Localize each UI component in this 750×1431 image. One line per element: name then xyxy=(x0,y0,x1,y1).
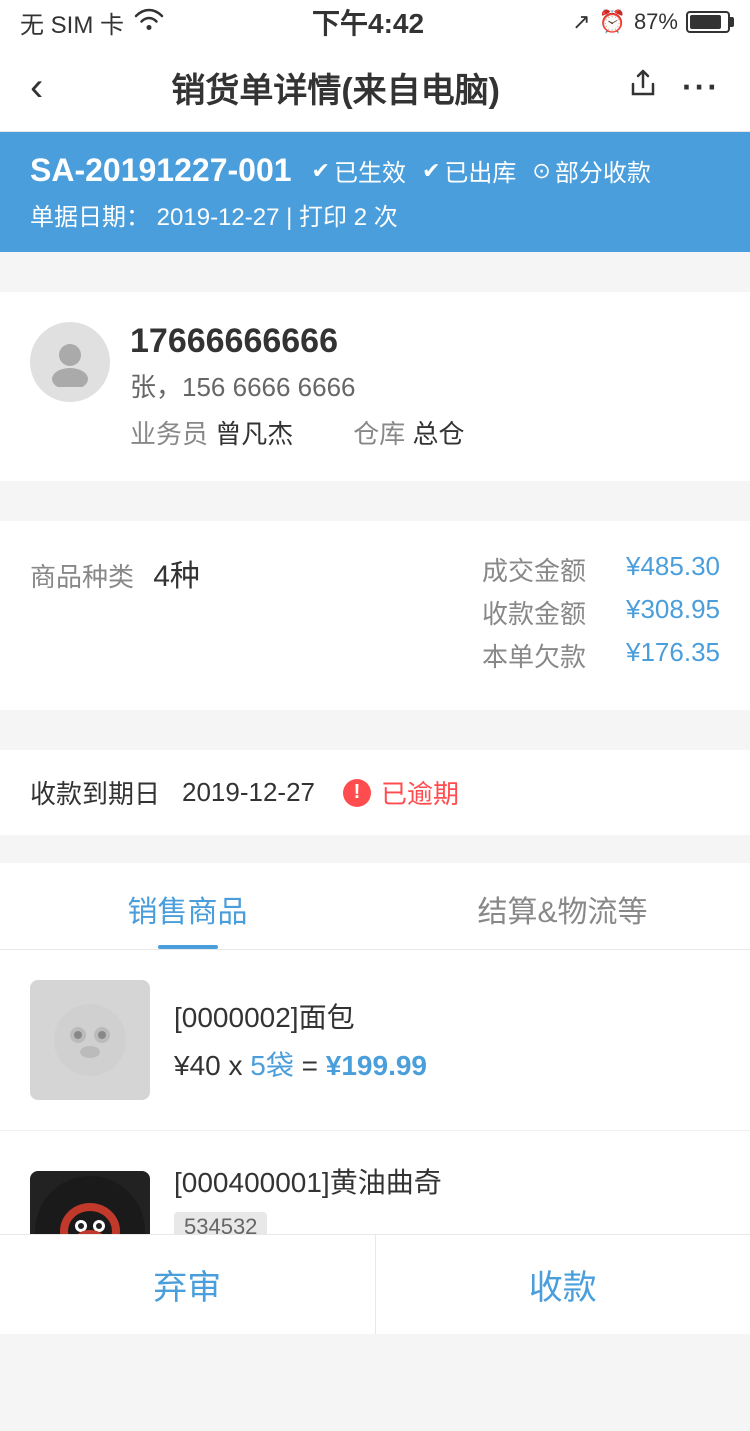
divider-4 xyxy=(0,835,750,847)
summary-section: 商品种类 4种 成交金额 ¥485.30 收款金额 ¥308.95 本单欠款 ¥… xyxy=(0,521,750,710)
product-thumbnail-1 xyxy=(30,980,150,1100)
order-date-row: 单据日期： 2019-12-27 | 打印 2 次 xyxy=(30,197,720,232)
avatar xyxy=(30,322,110,402)
product-item: [0000002]面包 ¥40 x 5袋 = ¥199.99 xyxy=(0,950,750,1131)
wifi-icon xyxy=(134,8,164,37)
overdue-badge: ! 已逾期 xyxy=(343,774,459,811)
product-name-2: [000400001]黄油曲奇 xyxy=(174,1161,720,1201)
due-date-section: 收款到期日 2019-12-27 ! 已逾期 xyxy=(0,750,750,835)
check-icon-2: ✔ xyxy=(422,158,440,184)
more-icon[interactable]: ··· xyxy=(682,69,720,106)
transaction-row: 成交金额 ¥485.30 xyxy=(482,551,720,588)
sales-name: 曾凡杰 xyxy=(215,419,293,449)
price-total-1: ¥199.99 xyxy=(326,1050,427,1081)
status-badges: ✔ 已生效 ✔ 已出库 ⊙ 部分收款 xyxy=(312,153,651,188)
divider-3 xyxy=(0,710,750,730)
product-price-1: ¥40 x 5袋 = ¥199.99 xyxy=(174,1044,720,1084)
customer-name-phone: 张，156 6666 6666 xyxy=(130,367,720,404)
warehouse-name: 总仓 xyxy=(413,419,465,449)
tabs: 销售商品 结算&物流等 xyxy=(0,863,750,950)
due-date-value: 2019-12-27 xyxy=(182,777,315,808)
due-amount-row: 本单欠款 ¥176.35 xyxy=(482,637,720,674)
customer-section: 17666666666 张，156 6666 6666 业务员 曾凡杰 仓库 总… xyxy=(0,292,750,481)
received-amount: ¥308.95 xyxy=(626,594,720,631)
print-separator: | xyxy=(286,204,299,231)
location-icon: ↗ xyxy=(572,9,590,35)
transaction-label: 成交金额 xyxy=(482,551,586,588)
tab-products[interactable]: 销售商品 xyxy=(0,863,375,949)
customer-id: 17666666666 xyxy=(130,322,720,361)
warehouse-info: 仓库 总仓 xyxy=(353,414,464,451)
warehouse-label: 仓库 xyxy=(353,419,405,449)
category-label: 商品种类 xyxy=(30,562,134,592)
status-right: ↗ ⏰ 87% xyxy=(572,9,730,35)
status-effective: ✔ 已生效 xyxy=(312,153,406,188)
overdue-icon: ! xyxy=(343,779,371,807)
cancel-button[interactable]: 弃审 xyxy=(0,1235,376,1334)
bottom-bar: 弃审 收款 xyxy=(0,1234,750,1334)
sales-info: 业务员 曾凡杰 xyxy=(130,414,293,451)
price-base-1: ¥40 xyxy=(174,1050,221,1081)
print-label: 打印 xyxy=(299,204,347,231)
status-shipped: ✔ 已出库 xyxy=(422,153,516,188)
carrier-text: 无 SIM 卡 xyxy=(20,5,124,40)
status-bar: 无 SIM 卡 下午4:42 ↗ ⏰ 87% xyxy=(0,0,750,44)
clock-icon: ⊙ xyxy=(532,158,550,184)
price-qty-1: 5袋 xyxy=(250,1050,294,1081)
order-header: SA-20191227-001 ✔ 已生效 ✔ 已出库 ⊙ 部分收款 单据日期：… xyxy=(0,132,750,252)
overdue-text: 已逾期 xyxy=(381,774,459,811)
battery-percent: 87% xyxy=(634,9,678,35)
check-icon-1: ✔ xyxy=(312,158,330,184)
page-title: 销货单详情(来自电脑) xyxy=(171,63,500,112)
due-date-label: 收款到期日 xyxy=(30,774,160,811)
customer-info: 17666666666 张，156 6666 6666 业务员 曾凡杰 仓库 总… xyxy=(130,322,720,451)
back-button[interactable]: ‹ xyxy=(30,65,43,110)
nav-bar: ‹ 销货单详情(来自电脑) ··· xyxy=(0,44,750,132)
customer-meta: 业务员 曾凡杰 仓库 总仓 xyxy=(130,414,720,451)
due-amount: ¥176.35 xyxy=(626,637,720,674)
category-row: 商品种类 4种 xyxy=(30,551,200,595)
share-icon[interactable] xyxy=(628,69,658,107)
category-count: 4种 xyxy=(153,560,200,593)
tab-settlement[interactable]: 结算&物流等 xyxy=(375,863,750,949)
alarm-icon: ⏰ xyxy=(599,9,626,35)
divider-2 xyxy=(0,481,750,501)
print-unit: 次 xyxy=(374,204,398,231)
received-row: 收款金额 ¥308.95 xyxy=(482,594,720,631)
summary-right: 成交金额 ¥485.30 收款金额 ¥308.95 本单欠款 ¥176.35 xyxy=(482,551,720,680)
received-label: 收款金额 xyxy=(482,594,586,631)
order-id: SA-20191227-001 xyxy=(30,152,292,189)
date-label: 单据日期： xyxy=(30,204,150,231)
divider-1 xyxy=(0,252,750,272)
status-left: 无 SIM 卡 xyxy=(20,5,164,40)
product-detail-1: [0000002]面包 ¥40 x 5袋 = ¥199.99 xyxy=(174,996,720,1084)
sales-label: 业务员 xyxy=(130,419,208,449)
status-partial: ⊙ 部分收款 xyxy=(532,153,650,188)
time-display: 下午4:42 xyxy=(312,2,424,42)
transaction-amount: ¥485.30 xyxy=(626,551,720,588)
order-date: 2019-12-27 xyxy=(157,204,280,231)
product-name-1: [0000002]面包 xyxy=(174,996,720,1036)
battery-indicator xyxy=(686,11,730,33)
nav-actions: ··· xyxy=(628,69,720,107)
summary-left: 商品种类 4种 xyxy=(30,551,200,595)
confirm-button[interactable]: 收款 xyxy=(376,1235,750,1334)
due-amount-label: 本单欠款 xyxy=(482,637,586,674)
bottom-spacer xyxy=(0,1331,750,1431)
